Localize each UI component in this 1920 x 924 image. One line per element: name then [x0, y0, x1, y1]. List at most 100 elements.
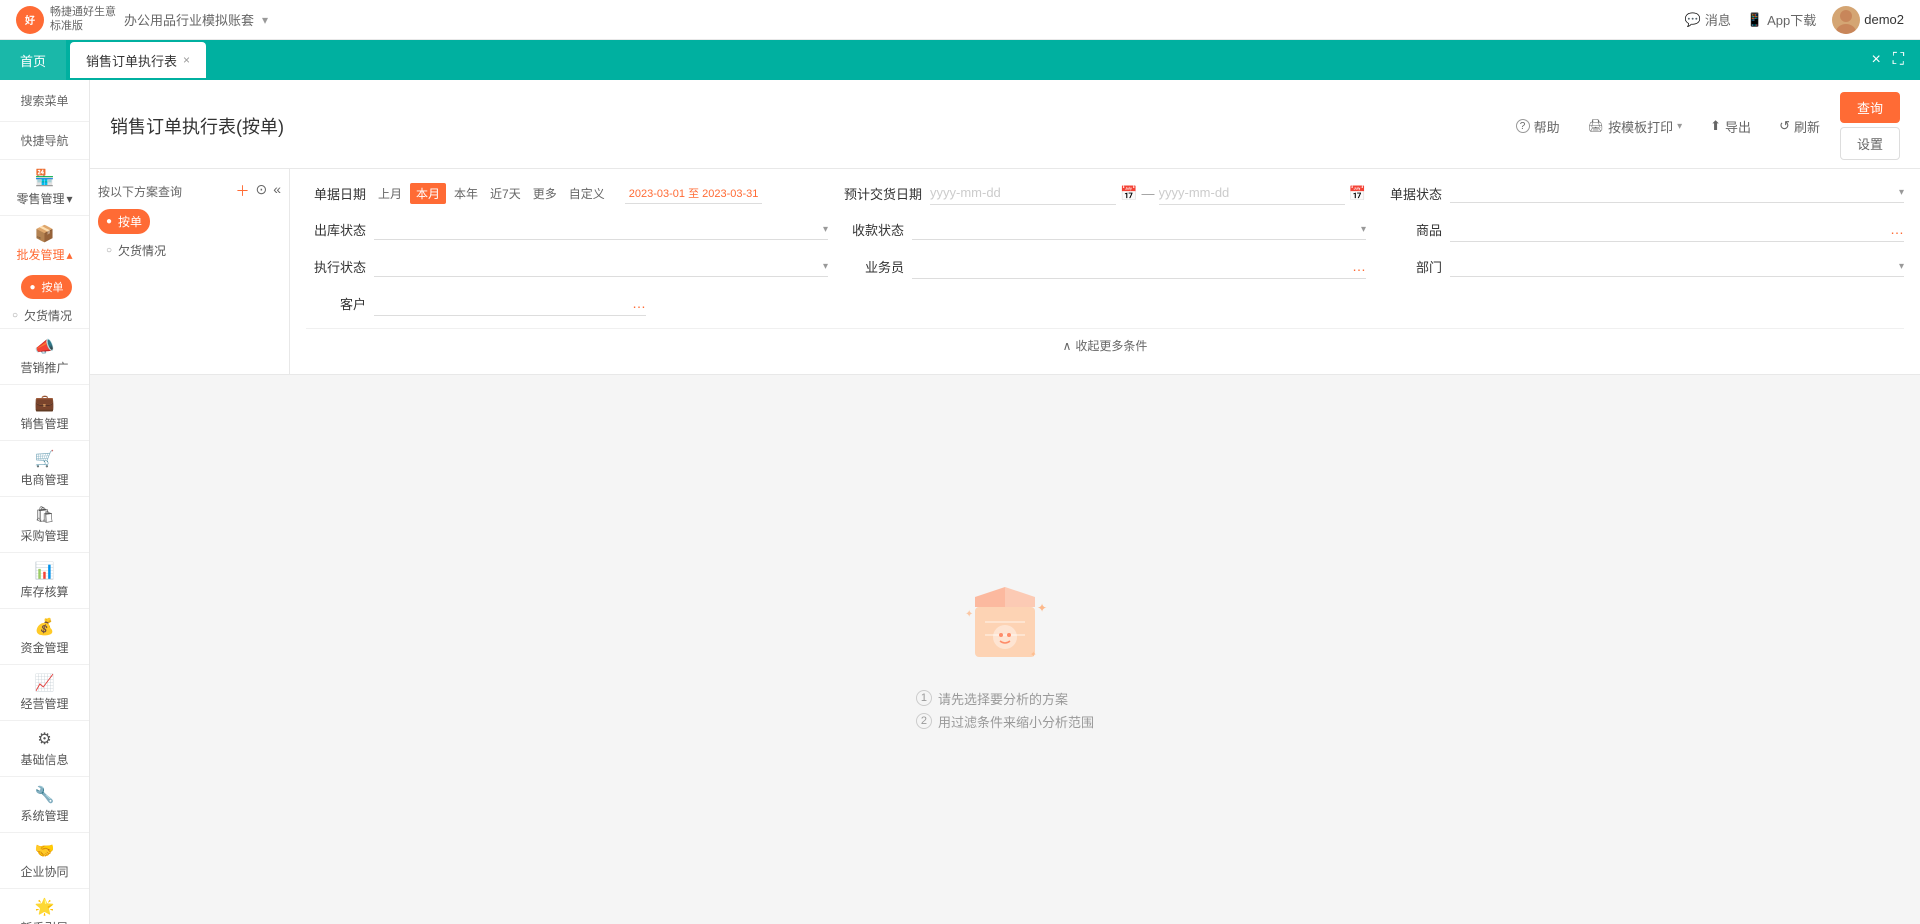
sidebar-quicknav-label[interactable]: 快捷导航 — [0, 126, 89, 155]
date-range-display[interactable]: 2023-03-01 至 2023-03-31 — [625, 183, 763, 204]
filter-row-4: 客户 … — [306, 291, 1904, 316]
sidebar-item-marketing[interactable]: 📣 营销推广 — [0, 329, 89, 384]
print-btn[interactable]: 🖨 按模板打印 ▾ — [1580, 113, 1691, 140]
sidebar-item-ecommerce[interactable]: 🛒 电商管理 — [0, 441, 89, 496]
empty-step-1: 1 请先选择要分析的方案 — [916, 687, 1094, 710]
sidebar-sub-order[interactable]: ● 按单 — [21, 275, 71, 299]
page-header: 销售订单执行表(按单) ? 帮助 🖨 按模板打印 ▾ ⬆ 导出 ↺ 刷新 — [90, 80, 1920, 169]
tab-close-icon[interactable]: × — [183, 53, 190, 67]
sidebar-system-section: 🔧 系统管理 — [0, 777, 89, 833]
tab-sales-order[interactable]: 销售订单执行表 × — [70, 42, 206, 78]
filter-out-status-field: 出库状态 ▾ — [306, 220, 828, 240]
filter-scheme-debt[interactable]: ○ 欠货情况 — [98, 238, 281, 263]
collapse-row: ∧ 收起更多条件 — [306, 328, 1904, 362]
filter-exec-status-select[interactable]: ▾ — [374, 257, 828, 277]
expected-date-end-input[interactable] — [1159, 181, 1345, 205]
filter-department-field: 部门 ▾ — [1382, 257, 1904, 277]
scheme-debt-icon: ○ — [106, 245, 112, 256]
tab-bar-controls: × ⛶ — [1871, 51, 1904, 69]
filter-expected-date-label: 预计交货日期 — [844, 184, 922, 203]
status-dropdown-arrow: ▾ — [1899, 187, 1904, 198]
retail-arrow: ▾ — [66, 192, 72, 206]
search-menu-btn[interactable]: 搜索菜单 — [8, 88, 81, 113]
export-btn[interactable]: ⬆ 导出 — [1702, 113, 1759, 140]
svg-text:✦: ✦ — [965, 609, 973, 620]
sidebar-item-basic[interactable]: ⚙ 基础信息 — [0, 721, 89, 776]
filter-collapse-icon[interactable]: « — [273, 181, 281, 201]
debt-icon: ○ — [12, 310, 18, 321]
query-setting-group: 查询 设置 — [1840, 92, 1900, 160]
date-last7-btn[interactable]: 近7天 — [486, 183, 525, 204]
print-icon: 🖨 — [1588, 118, 1605, 134]
user-area[interactable]: demo2 — [1832, 6, 1904, 34]
filter-status-select[interactable]: ▾ — [1450, 183, 1904, 203]
department-arrow: ▾ — [1899, 261, 1904, 272]
filter-customer-label: 客户 — [306, 294, 366, 313]
sidebar-item-system[interactable]: 🔧 系统管理 — [0, 777, 89, 832]
expected-date-start-cal-icon[interactable]: 📅 — [1120, 185, 1137, 202]
main-layout: 搜索菜单 快捷导航 🏪 零售管理 ▾ 📦 批发管理 ▴ — [0, 80, 1920, 924]
sidebar-item-operation[interactable]: 📈 经营管理 — [0, 665, 89, 720]
sidebar-item-enterprise[interactable]: 🤝 企业协同 — [0, 833, 89, 888]
sidebar-item-sales[interactable]: 💼 销售管理 — [0, 385, 89, 440]
collapse-btn[interactable]: ∧ 收起更多条件 — [1063, 337, 1148, 354]
sidebar-item-purchase[interactable]: 🛍 采购管理 — [0, 497, 89, 552]
expected-date-end-cal-icon[interactable]: 📅 — [1349, 185, 1366, 202]
user-name: demo2 — [1864, 12, 1904, 27]
export-icon: ⬆ — [1710, 118, 1721, 134]
sidebar-item-wholesale[interactable]: 📦 批发管理 ▴ — [0, 216, 89, 271]
customer-input-area[interactable]: … — [374, 291, 646, 316]
message-action[interactable]: 💬 消息 — [1685, 10, 1731, 29]
date-more-btn[interactable]: 更多 — [529, 183, 561, 204]
sidebar-item-inventory[interactable]: 📊 库存核算 — [0, 553, 89, 608]
sidebar-marketing-section: 📣 营销推广 — [0, 329, 89, 385]
filter-date-label: 单据日期 — [306, 184, 366, 203]
scheme-active-icon: ● — [106, 216, 112, 227]
help-btn[interactable]: ? 帮助 — [1508, 113, 1568, 140]
refresh-btn[interactable]: ↺ 刷新 — [1771, 113, 1828, 140]
salesperson-dots-btn[interactable]: … — [1352, 258, 1366, 274]
sidebar-newuser-section: 🌟 新手引导 — [0, 889, 89, 924]
filter-payment-status-field: 收款状态 ▾ — [844, 220, 1366, 240]
message-icon: 💬 — [1685, 12, 1701, 28]
sidebar-item-newuser[interactable]: 🌟 新手引导 — [0, 889, 89, 924]
filter-goods-field: 商品 … — [1382, 217, 1904, 242]
print-dropdown-arrow: ▾ — [1677, 121, 1682, 132]
filter-row-2: 出库状态 ▾ 收款状态 ▾ — [306, 217, 1904, 242]
filter-salesperson-field: 业务员 … — [844, 254, 1366, 279]
date-last-month-btn[interactable]: 上月 — [374, 183, 406, 204]
filter-right: 单据日期 上月 本月 本年 近7天 更多 自定义 2023-03-01 至 20… — [290, 169, 1920, 374]
filter-out-status-select[interactable]: ▾ — [374, 220, 828, 240]
wholesale-label-area: 批发管理 ▴ — [16, 246, 72, 263]
filter-payment-status-select[interactable]: ▾ — [912, 220, 1366, 240]
empty-illustration: ✦ ✦ ✦ — [955, 567, 1055, 667]
help-icon: ? — [1516, 119, 1530, 133]
app-download-action[interactable]: 📱 App下载 — [1747, 10, 1816, 29]
goods-dots-btn[interactable]: … — [1890, 221, 1904, 237]
filter-add-icon[interactable]: ＋ — [235, 181, 249, 201]
customer-dots-btn[interactable]: … — [632, 295, 646, 311]
tab-home[interactable]: 首页 — [0, 40, 66, 80]
expected-date-start-input[interactable] — [930, 181, 1116, 205]
goods-input-area[interactable]: … — [1450, 217, 1904, 242]
subtitle-dropdown-arrow[interactable]: ▾ — [262, 13, 268, 27]
tab-minimize-btn[interactable]: × — [1871, 51, 1880, 69]
sidebar-item-retail[interactable]: 🏪 零售管理 ▾ — [0, 160, 89, 215]
filter-left: 按以下方案查询 ＋ ⊙ « ● 按单 ○ 欠货情况 — [90, 169, 290, 374]
date-this-year-btn[interactable]: 本年 — [450, 183, 482, 204]
filter-copy-icon[interactable]: ⊙ — [255, 181, 267, 201]
setting-btn[interactable]: 设置 — [1840, 127, 1900, 160]
salesperson-input-area[interactable]: … — [912, 254, 1366, 279]
sidebar-sub-debt[interactable]: ○ 欠货情况 — [4, 303, 89, 328]
sidebar-sales-section: 💼 销售管理 — [0, 385, 89, 441]
filter-scheme-active[interactable]: ● 按单 — [98, 209, 150, 234]
sidebar-item-finance[interactable]: 💰 资金管理 — [0, 609, 89, 664]
tab-maximize-btn[interactable]: ⛶ — [1893, 51, 1904, 69]
query-btn[interactable]: 查询 — [1840, 92, 1900, 123]
filter-department-select[interactable]: ▾ — [1450, 257, 1904, 277]
expected-date-range: 📅 — 📅 — [930, 181, 1366, 205]
date-custom-btn[interactable]: 自定义 — [565, 183, 609, 204]
date-current-month-btn[interactable]: 本月 — [410, 183, 446, 204]
sidebar: 搜索菜单 快捷导航 🏪 零售管理 ▾ 📦 批发管理 ▴ — [0, 80, 90, 924]
sidebar-retail-section: 🏪 零售管理 ▾ — [0, 160, 89, 216]
